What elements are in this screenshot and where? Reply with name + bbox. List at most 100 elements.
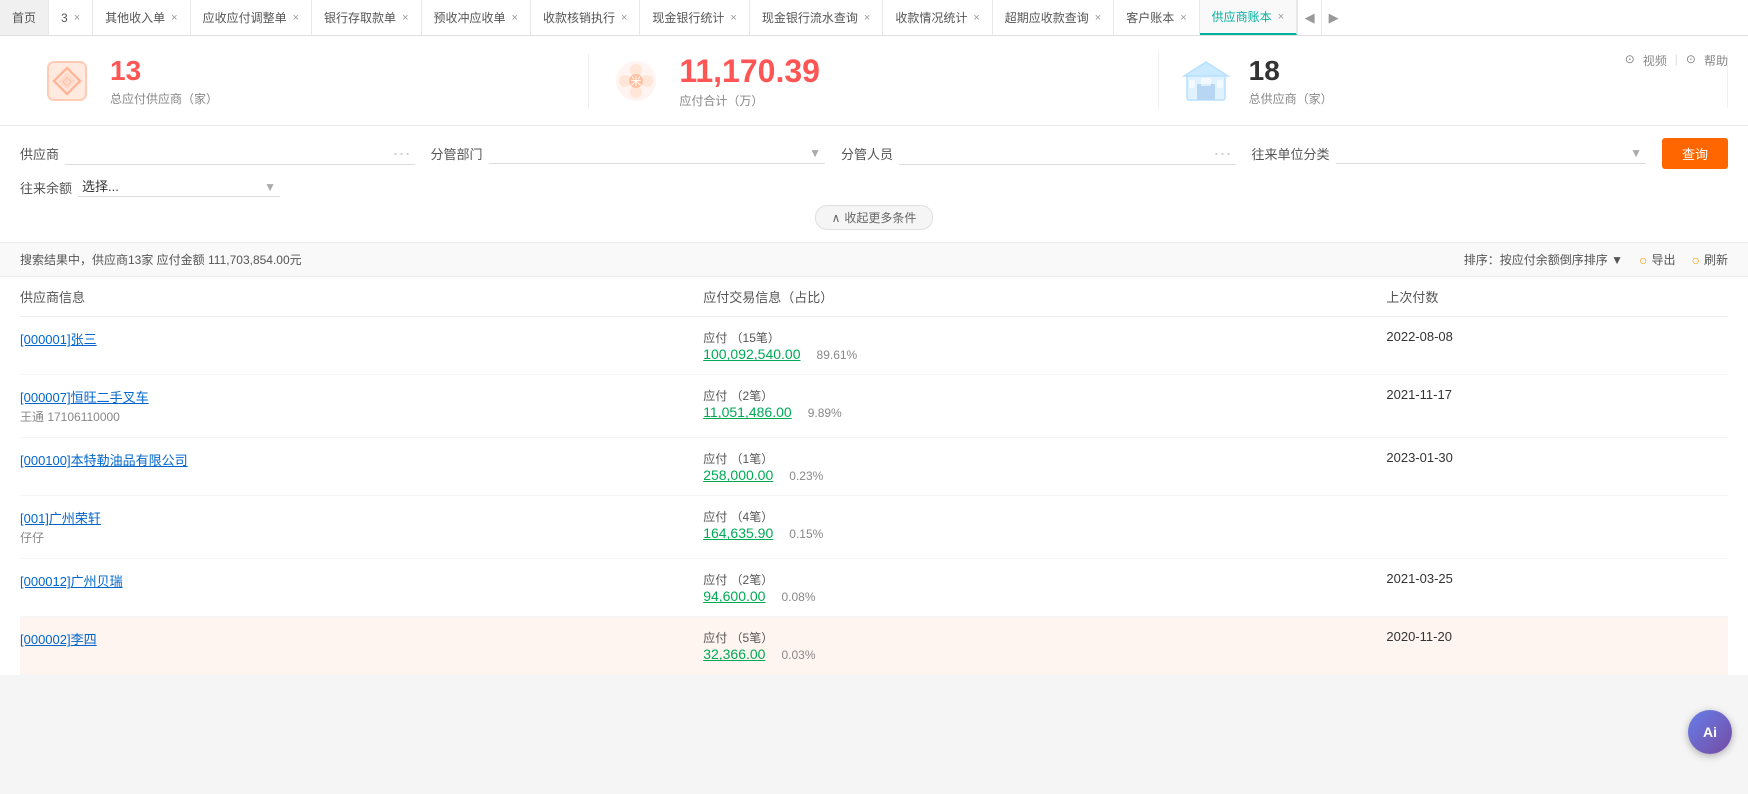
- total-supplier-label: 总供应商（家）: [1249, 90, 1333, 107]
- person-input[interactable]: [899, 144, 1210, 163]
- supplier-filter-label: 供应商: [20, 144, 59, 163]
- total-supplier-value: 18: [1249, 54, 1333, 88]
- nav-tab-cash-bank-stat[interactable]: 现金银行统计 ×: [640, 0, 749, 35]
- supplier-name-5[interactable]: [000012]广州贝瑞: [20, 571, 703, 590]
- nav-tab-ar-ap-adjust[interactable]: 应收应付调整单 ×: [191, 0, 312, 35]
- balance-filter-label: 往来余额: [20, 178, 72, 197]
- last-pay-1: 2022-08-08: [1386, 329, 1728, 344]
- tx-amount-row-3: 258,000.00 0.23%: [703, 467, 1386, 483]
- close-tab-cash-bank-query[interactable]: ×: [864, 12, 870, 24]
- close-tab-pre-collect[interactable]: ×: [512, 12, 518, 24]
- tx-amount-2[interactable]: 11,051,486.00: [703, 404, 792, 420]
- sort-button[interactable]: 排序：按应付余额倒序排序 ▼: [1464, 251, 1623, 268]
- person-filter-label: 分管人员: [841, 144, 893, 163]
- tx-percent-2: 9.89%: [808, 406, 842, 420]
- close-tab-3[interactable]: ×: [74, 12, 80, 24]
- supplier-name-2[interactable]: [000007]恒旺二手叉车: [20, 387, 703, 406]
- close-tab-receipt-verify[interactable]: ×: [621, 12, 627, 24]
- tx-count-5: 应付 （2笔）: [703, 571, 1386, 588]
- tx-count-4: 应付 （4笔）: [703, 508, 1386, 525]
- close-tab-cash-bank-stat[interactable]: ×: [730, 12, 736, 24]
- col-header-tx: 应付交易信息（占比）: [703, 287, 1386, 306]
- close-tab-customer-book[interactable]: ×: [1180, 12, 1186, 24]
- last-pay-3: 2023-01-30: [1386, 450, 1728, 465]
- summary-info-suppliers: 13 总应付供应商（家）: [110, 54, 218, 107]
- summary-info-total-suppliers: 18 总供应商（家）: [1249, 54, 1333, 107]
- unit-class-select[interactable]: [1336, 144, 1646, 163]
- table-row[interactable]: [000007]恒旺二手叉车 王通 17106110000 应付 （2笔） 11…: [20, 375, 1728, 438]
- tx-percent-1: 89.61%: [817, 348, 858, 362]
- nav-tab-3[interactable]: 3 ×: [49, 0, 93, 35]
- close-tab-overdue-query[interactable]: ×: [1095, 12, 1101, 24]
- shop-icon: [1179, 54, 1233, 108]
- refresh-button[interactable]: ○ 刷新: [1692, 251, 1728, 268]
- last-pay-2: 2021-11-17: [1386, 387, 1728, 402]
- tx-amount-3[interactable]: 258,000.00: [703, 467, 773, 483]
- nav-tab-overdue-query[interactable]: 超期应收款查询 ×: [993, 0, 1114, 35]
- person-dots-icon[interactable]: ···: [1210, 143, 1236, 164]
- nav-tab-customer-book[interactable]: 客户账本 ×: [1114, 0, 1199, 35]
- nav-tab-cash-bank-query[interactable]: 现金银行流水查询 ×: [750, 0, 883, 35]
- filter-area: 供应商 ··· 分管部门 ▼ 分管人员 ···: [0, 126, 1748, 243]
- table-header: 供应商信息 应付交易信息（占比） 上次付数: [20, 277, 1728, 317]
- nav-prev-arrow[interactable]: ◀: [1297, 0, 1321, 35]
- close-tab-bank-deposit[interactable]: ×: [402, 12, 408, 24]
- supplier-name-4[interactable]: [001]广州荣轩: [20, 508, 703, 527]
- tx-info-5: 应付 （2笔） 94,600.00 0.08%: [703, 571, 1386, 604]
- tx-count-1: 应付 （15笔）: [703, 329, 1386, 346]
- table-row[interactable]: [000012]广州贝瑞 应付 （2笔） 94,600.00 0.08% 202…: [20, 559, 1728, 617]
- nav-tab-supplier-book[interactable]: 供应商账本 ×: [1200, 0, 1297, 35]
- collapse-button[interactable]: ∧ 收起更多条件: [815, 205, 934, 230]
- supplier-name-1[interactable]: [000001]张三: [20, 329, 703, 348]
- nav-tab-other-income[interactable]: 其他收入单 ×: [93, 0, 190, 35]
- tx-amount-1[interactable]: 100,092,540.00: [703, 346, 800, 362]
- table-row[interactable]: [000001]张三 应付 （15笔） 100,092,540.00 89.61…: [20, 317, 1728, 375]
- close-tab-other-income[interactable]: ×: [171, 12, 177, 24]
- close-tab-ar-ap-adjust[interactable]: ×: [293, 12, 299, 24]
- close-tab-supplier-book[interactable]: ×: [1278, 11, 1284, 23]
- supplier-dots-icon[interactable]: ···: [389, 143, 415, 164]
- filter-supplier: 供应商 ···: [20, 143, 415, 165]
- tx-amount-5[interactable]: 94,600.00: [703, 588, 765, 604]
- filter-row-1: 供应商 ··· 分管部门 ▼ 分管人员 ···: [20, 138, 1728, 169]
- diamond-icon: ◇: [40, 54, 94, 108]
- svg-text:◇: ◇: [62, 74, 72, 88]
- nav-tab-bank-deposit[interactable]: 银行存取款单 ×: [312, 0, 421, 35]
- col-header-supplier: 供应商信息: [20, 287, 703, 306]
- tx-amount-row-1: 100,092,540.00 89.61%: [703, 346, 1386, 362]
- nav-next-arrow[interactable]: ▶: [1321, 0, 1345, 35]
- last-pay-5: 2021-03-25: [1386, 571, 1728, 586]
- collapse-bar: ∧ 收起更多条件: [20, 205, 1728, 230]
- query-button[interactable]: 查询: [1662, 138, 1728, 169]
- ai-button[interactable]: Ai: [1688, 710, 1732, 754]
- nav-tab-receipt-verify[interactable]: 收款核销执行 ×: [531, 0, 640, 35]
- balance-select[interactable]: 选择...: [78, 177, 280, 196]
- table-row[interactable]: [001]广州荣轩 仔仔 应付 （4笔） 164,635.90 0.15%: [20, 496, 1728, 559]
- supplier-info-4: [001]广州荣轩 仔仔: [20, 508, 703, 546]
- tx-amount-6[interactable]: 32,366.00: [703, 646, 765, 662]
- supplier-name-3[interactable]: [000100]本特勒油品有限公司: [20, 450, 703, 469]
- nav-tab-collect-stat[interactable]: 收款情况统计 ×: [883, 0, 992, 35]
- top-right-links: ⊙ 视频 | ⊙ 帮助: [1625, 52, 1728, 69]
- result-summary-text: 搜索结果中，供应商13家 应付金额 111,703,854.00元: [20, 251, 302, 268]
- dept-select[interactable]: [489, 144, 825, 163]
- supplier-info-1: [000001]张三: [20, 329, 703, 348]
- video-link[interactable]: 视频: [1643, 52, 1667, 69]
- tx-count-3: 应付 （1笔）: [703, 450, 1386, 467]
- supplier-name-6[interactable]: [000002]李四: [20, 629, 703, 648]
- last-pay-6: 2020-11-20: [1386, 629, 1728, 644]
- export-button[interactable]: ○ 导出: [1639, 251, 1675, 268]
- nav-tab-home[interactable]: 首页: [0, 0, 49, 35]
- nav-tab-pre-collect[interactable]: 预收冲应收单 ×: [422, 0, 531, 35]
- close-tab-collect-stat[interactable]: ×: [973, 12, 979, 24]
- table-row[interactable]: [000100]本特勒油品有限公司 应付 （1笔） 258,000.00 0.2…: [20, 438, 1728, 496]
- tx-info-3: 应付 （1笔） 258,000.00 0.23%: [703, 450, 1386, 483]
- help-link[interactable]: 帮助: [1704, 52, 1728, 69]
- supplier-info-3: [000100]本特勒油品有限公司: [20, 450, 703, 469]
- summary-area: ◇ 13 总应付供应商（家） 米 11,170.39 应付合计（万）: [0, 36, 1748, 126]
- supplier-input[interactable]: [65, 144, 389, 163]
- collapse-chevron-icon: ∧: [832, 211, 841, 225]
- table-row[interactable]: [000002]李四 应付 （5笔） 32,366.00 0.03% 2020-…: [20, 617, 1728, 675]
- tx-amount-4[interactable]: 164,635.90: [703, 525, 773, 541]
- flower-icon: 米: [609, 54, 663, 108]
